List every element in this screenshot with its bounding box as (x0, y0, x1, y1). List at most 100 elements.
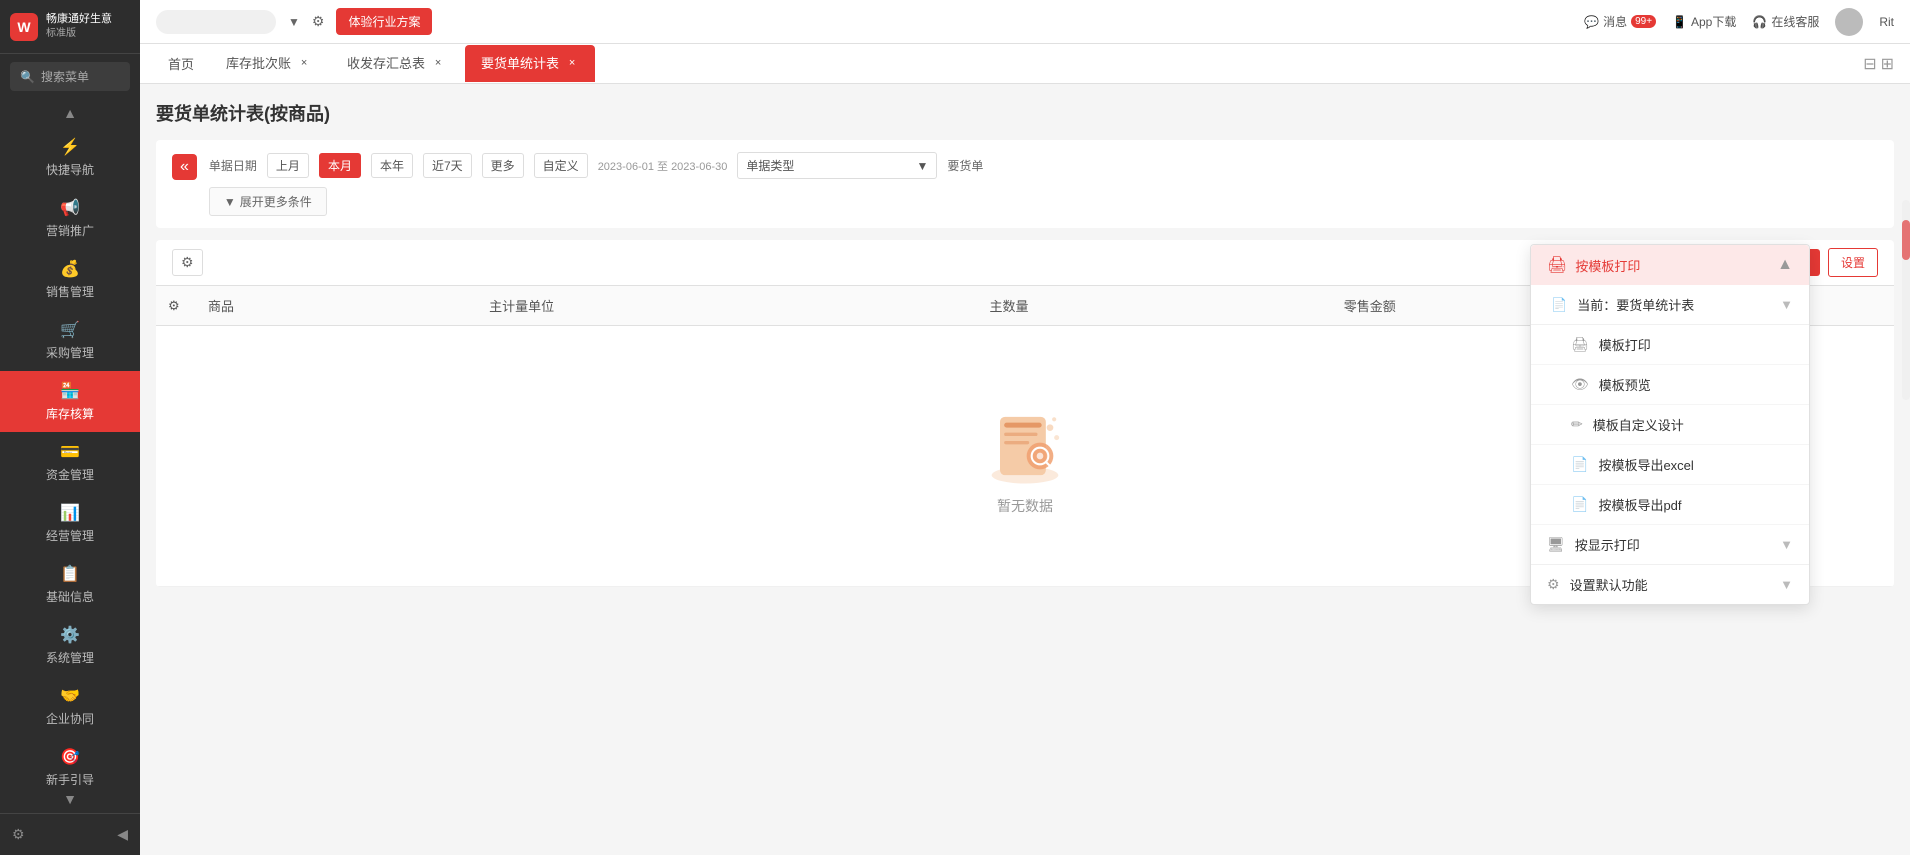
tab-maximize-button[interactable]: ⊞ (1881, 54, 1894, 74)
default-func-label: 设置默认功能 (1570, 575, 1648, 594)
dropdown-current-template[interactable]: 📄 当前：要货单统计表 ▼ (1531, 285, 1809, 325)
table-settings-gear-button[interactable]: ⚙ (172, 249, 203, 276)
collapse-sidebar-button[interactable]: ◀ (113, 822, 132, 847)
sidebar-item-enterprise[interactable]: 🤝 企业协同 (0, 676, 140, 737)
sidebar-item-inventory[interactable]: 🏪 库存核算 (0, 371, 140, 432)
display-print-icon: 🖥 (1547, 536, 1565, 553)
logo-icon: W (10, 13, 38, 41)
tab-order-stats-close[interactable]: × (565, 56, 579, 70)
settings-footer-button[interactable]: ⚙ (8, 822, 29, 847)
dropdown-template-preview-label: 模板预览 (1599, 375, 1651, 394)
dropdown-export-pdf[interactable]: 📄 按模板导出pdf (1531, 485, 1809, 525)
dropdown-close-button[interactable]: ▲ (1777, 256, 1793, 274)
th-settings: ⚙ (156, 286, 196, 326)
app-download-label: App下载 (1691, 13, 1736, 30)
app-name: 畅康通好生意 (46, 12, 112, 27)
topbar-gear-button[interactable]: ⚙ (312, 13, 325, 30)
tab-minimize-button[interactable]: ⊟ (1863, 54, 1876, 74)
industry-solution-button[interactable]: 体验行业方案 (336, 8, 432, 35)
tab-batch-close[interactable]: × (297, 56, 311, 70)
date-btn-custom[interactable]: 自定义 (534, 153, 588, 178)
filter-bar: « 单据日期 上月 本月 本年 近7天 更多 自定义 2023-06-01 至 … (156, 140, 1894, 228)
date-btn-7days[interactable]: 近7天 (423, 153, 472, 178)
sidebar-scroll-down-button[interactable]: ▼ (0, 785, 140, 813)
display-print-arrow: ▼ (1780, 537, 1793, 552)
current-template-arrow: ▼ (1780, 297, 1793, 312)
marketing-icon: 📢 (60, 198, 80, 218)
order-type-select[interactable]: 单据类型 ▼ (737, 152, 937, 179)
dropdown-display-print-section[interactable]: 🖥 按显示打印 ▼ (1531, 525, 1809, 565)
toolbar-left: ⚙ (172, 249, 203, 276)
topbar-right: 💬 消息 99+ 📱 App下载 🎧 在线客服 Rit (1584, 8, 1894, 36)
sidebar-item-finance[interactable]: 💳 资金管理 (0, 432, 140, 493)
date-btn-more[interactable]: 更多 (482, 153, 524, 178)
message-badge: 99+ (1631, 15, 1656, 28)
chevron-down-icon: ▼ (916, 159, 928, 173)
dropdown-default-func-section[interactable]: ⚙ 设置默认功能 ▼ (1531, 565, 1809, 604)
basic-icon: 📋 (60, 564, 80, 584)
dropdown-template-print[interactable]: 🖨 模板打印 (1531, 325, 1809, 365)
dropdown-header-label: 按模板打印 (1575, 256, 1640, 275)
column-settings-button[interactable]: 设置 (1828, 248, 1878, 277)
tab-collection-label: 收发存汇总表 (347, 53, 425, 72)
sidebar-footer: ⚙ ◀ (0, 813, 140, 855)
date-range-text: 2023-06-01 至 2023-06-30 (598, 158, 728, 174)
user-avatar-item[interactable] (1835, 8, 1863, 36)
tab-collection[interactable]: 收发存汇总表 × (331, 45, 461, 82)
dropdown-template-custom[interactable]: ✏ 模板自定义设计 (1531, 405, 1809, 445)
sidebar-item-label: 快捷导航 (46, 161, 94, 178)
topbar-dropdown-button[interactable]: ▼ (288, 15, 300, 29)
dropdown-export-excel[interactable]: 📄 按模板导出excel (1531, 445, 1809, 485)
tab-collection-close[interactable]: × (431, 56, 445, 70)
sidebar-item-label: 库存核算 (46, 405, 94, 422)
date-btn-current-month[interactable]: 本月 (319, 153, 361, 178)
online-service-item[interactable]: 🎧 在线客服 (1752, 13, 1819, 30)
finance-icon: 💳 (60, 442, 80, 462)
empty-text: 暂无数据 (997, 496, 1053, 516)
date-btn-last-month[interactable]: 上月 (267, 153, 309, 178)
tab-batch[interactable]: 库存批次账 × (210, 45, 327, 82)
app-logo: W 畅康通好生意 标准版 (0, 0, 140, 54)
message-item[interactable]: 💬 消息 99+ (1584, 13, 1656, 30)
expand-label: 展开更多条件 (240, 193, 312, 210)
tab-home[interactable]: 首页 (156, 46, 206, 81)
search-menu-label: 搜索菜单 (41, 68, 89, 85)
dropdown-export-excel-label: 按模板导出excel (1598, 455, 1693, 474)
tab-order-stats[interactable]: 要货单统计表 × (465, 45, 595, 82)
th-unit: 主计量单位 (477, 286, 977, 326)
printer-small-icon: 🖨 (1571, 336, 1589, 353)
expand-conditions-button[interactable]: ▼ 展开更多条件 (209, 187, 327, 216)
topbar-search-input[interactable] (156, 10, 276, 34)
sidebar-item-sales[interactable]: 💰 销售管理 (0, 249, 140, 310)
right-scrollbar[interactable] (1902, 200, 1910, 400)
sidebar-item-basic[interactable]: 📋 基础信息 (0, 554, 140, 615)
inventory-icon: 🏪 (60, 381, 80, 401)
sidebar-item-label: 销售管理 (46, 283, 94, 300)
th-qty: 主数量 (978, 286, 1332, 326)
topbar: ▼ ⚙ 体验行业方案 💬 消息 99+ 📱 App下载 🎧 在线客服 Rit (140, 0, 1910, 44)
page-title: 要货单统计表(按商品) (156, 100, 1894, 126)
sidebar-item-label: 采购管理 (46, 344, 94, 361)
date-filter-label: 单据日期 (209, 157, 257, 174)
order-type-label: 单据类型 (746, 157, 794, 174)
app-download-item[interactable]: 📱 App下载 (1672, 13, 1736, 30)
sidebar-item-system[interactable]: ⚙️ 系统管理 (0, 615, 140, 676)
pdf-icon: 📄 (1571, 496, 1588, 513)
filter-group: 单据日期 上月 本月 本年 近7天 更多 自定义 2023-06-01 至 20… (209, 152, 1878, 216)
expand-icon: ▼ (224, 195, 236, 209)
sidebar-scroll-up-button[interactable]: ▲ (0, 99, 140, 127)
sidebar-item-label: 企业协同 (46, 710, 94, 727)
sidebar-item-operation[interactable]: 📊 经营管理 (0, 493, 140, 554)
sidebar-item-guide[interactable]: 🎯 新手引导 (0, 737, 140, 785)
search-menu-button[interactable]: 🔍 搜索菜单 (10, 62, 130, 91)
sidebar-item-marketing[interactable]: 📢 营销推广 (0, 188, 140, 249)
dropdown-template-preview[interactable]: 👁 模板预览 (1531, 365, 1809, 405)
sidebar-item-purchase[interactable]: 🛒 采购管理 (0, 310, 140, 371)
sidebar-item-shortcut[interactable]: ⚡ 快捷导航 (0, 127, 140, 188)
filter-collapse-button[interactable]: « (172, 154, 197, 180)
scrollbar-thumb[interactable] (1902, 220, 1910, 260)
date-btn-year[interactable]: 本年 (371, 153, 413, 178)
sidebar-item-label: 营销推广 (46, 222, 94, 239)
default-func-arrow: ▼ (1780, 577, 1793, 592)
current-template-label: 当前：要货单统计表 (1577, 295, 1694, 314)
